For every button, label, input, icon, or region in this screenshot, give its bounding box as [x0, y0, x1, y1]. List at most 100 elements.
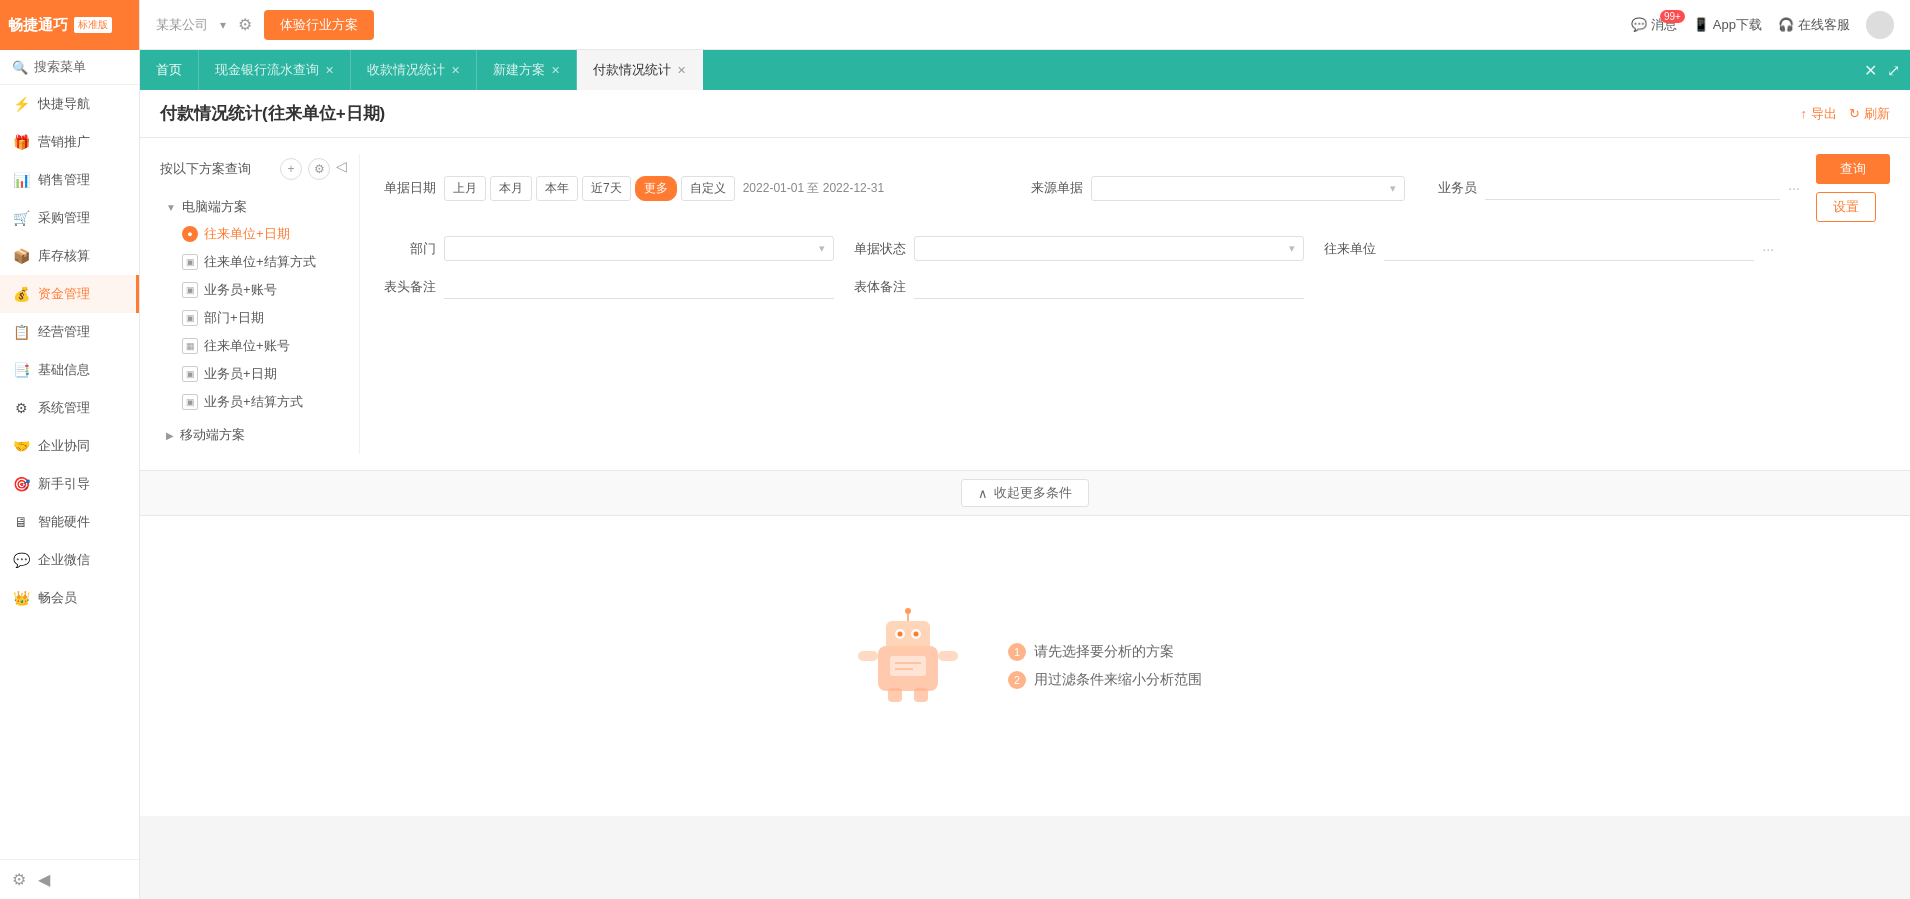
message-icon: 💬	[1631, 17, 1647, 32]
scheme-group-header-0[interactable]: ▼ 电脑端方案	[160, 194, 347, 220]
date-last-7-days[interactable]: 近7天	[582, 176, 631, 201]
online-service-button[interactable]: 🎧 在线客服	[1778, 16, 1850, 34]
scheme-item-icon-0-3: ▣	[182, 310, 198, 326]
sidebar-label-finance: 资金管理	[38, 285, 90, 303]
sidebar-item-system[interactable]: ⚙ 系统管理	[0, 389, 139, 427]
collapse-button[interactable]: ∧ 收起更多条件	[961, 479, 1089, 507]
sidebar-label-hardware: 智能硬件	[38, 513, 90, 531]
svg-rect-10	[888, 688, 902, 702]
empty-tip-2: 2 用过滤条件来缩小分析范围	[1008, 671, 1202, 689]
sidebar-item-operation[interactable]: 📋 经营管理	[0, 313, 139, 351]
table-body-note-input[interactable]	[914, 275, 1304, 299]
close-tab-icon[interactable]: ✕	[1864, 61, 1877, 80]
robot-illustration	[848, 606, 968, 706]
scheme-collapse-button[interactable]: ◁	[336, 158, 347, 180]
salesperson-input[interactable]	[1485, 176, 1780, 200]
tab-close-receipt-stats[interactable]: ✕	[451, 64, 460, 77]
source-select[interactable]: ▾	[1091, 176, 1406, 201]
sidebar-item-sales[interactable]: 📊 销售管理	[0, 161, 139, 199]
scheme-item-0-0[interactable]: ● 往来单位+日期	[176, 220, 347, 248]
collapse-up-icon: ∧	[978, 486, 988, 501]
query-button[interactable]: 查询	[1816, 154, 1890, 184]
content-area: 付款情况统计(往来单位+日期) ↑ 导出 ↻ 刷新 按以下方案查询 +	[140, 90, 1910, 899]
sidebar-icon-finance: 💰	[12, 285, 30, 303]
svg-rect-8	[858, 651, 878, 661]
filter-panel: 按以下方案查询 + ⚙ ◁ ▼ 电脑端方案● 往来单位+日期▣ 往来单位+结算方…	[140, 138, 1910, 471]
sidebar-item-purchase[interactable]: 🛒 采购管理	[0, 199, 139, 237]
tab-close-new-scheme[interactable]: ✕	[551, 64, 560, 77]
partner-more-icon[interactable]: ···	[1762, 241, 1774, 257]
tab-home[interactable]: 首页	[140, 50, 199, 90]
salesperson-more-icon[interactable]: ···	[1788, 180, 1800, 196]
date-options: 上月 本月 本年 近7天 更多 自定义 2022-01-01 至 2022-12…	[444, 176, 884, 201]
expand-tab-icon[interactable]: ⤢	[1887, 61, 1900, 80]
scheme-item-0-3[interactable]: ▣ 部门+日期	[176, 304, 347, 332]
date-this-year[interactable]: 本年	[536, 176, 578, 201]
collapse-sidebar-icon[interactable]: ◀	[38, 870, 50, 889]
app-download-button[interactable]: 📱 App下载	[1693, 16, 1762, 34]
partner-input[interactable]	[1384, 237, 1754, 261]
refresh-button[interactable]: ↻ 刷新	[1849, 105, 1890, 123]
salesperson-label: 业务员	[1421, 179, 1477, 197]
scheme-group-header-1[interactable]: ▶ 移动端方案	[160, 422, 347, 448]
user-avatar[interactable]	[1866, 11, 1894, 39]
sidebar-item-member[interactable]: 👑 畅会员	[0, 579, 139, 617]
sidebar-icon-cooperation: 🤝	[12, 437, 30, 455]
company-dropdown-icon[interactable]: ▾	[220, 18, 226, 32]
sidebar-item-wechat[interactable]: 💬 企业微信	[0, 541, 139, 579]
tip-text-2: 用过滤条件来缩小分析范围	[1034, 671, 1202, 689]
sidebar-icon-guide: 🎯	[12, 475, 30, 493]
scheme-item-label-0-6: 业务员+结算方式	[204, 393, 303, 411]
settings-button[interactable]: 设置	[1816, 192, 1876, 222]
sidebar-item-hardware[interactable]: 🖥 智能硬件	[0, 503, 139, 541]
sidebar-item-cooperation[interactable]: 🤝 企业协同	[0, 427, 139, 465]
search-menu[interactable]: 🔍 搜索菜单	[0, 50, 139, 85]
date-this-month[interactable]: 本月	[490, 176, 532, 201]
scheme-group-label-0: 电脑端方案	[182, 198, 247, 216]
date-custom-button[interactable]: 自定义	[681, 176, 735, 201]
tab-payment-stats[interactable]: 付款情况统计✕	[577, 50, 703, 90]
sidebar-icon-hardware: 🖥	[12, 513, 30, 531]
scheme-settings-button[interactable]: ⚙	[308, 158, 330, 180]
sidebar-item-quick-nav[interactable]: ⚡ 快捷导航	[0, 85, 139, 123]
scheme-item-0-4[interactable]: ▦ 往来单位+账号	[176, 332, 347, 360]
add-scheme-button[interactable]: +	[280, 158, 302, 180]
messages-button[interactable]: 💬 消息 99+	[1631, 16, 1677, 34]
tab-new-scheme[interactable]: 新建方案✕	[477, 50, 577, 90]
scheme-item-0-2[interactable]: ▣ 业务员+账号	[176, 276, 347, 304]
date-last-month[interactable]: 上月	[444, 176, 486, 201]
tab-close-payment-stats[interactable]: ✕	[677, 64, 686, 77]
dept-label: 部门	[380, 240, 436, 258]
settings-footer-icon[interactable]: ⚙	[12, 870, 26, 889]
table-head-note-input[interactable]	[444, 275, 834, 299]
settings-gear-icon[interactable]: ⚙	[238, 15, 252, 34]
scheme-group-arrow-1: ▶	[166, 430, 174, 441]
scheme-item-0-1[interactable]: ▣ 往来单位+结算方式	[176, 248, 347, 276]
doc-status-select[interactable]: ▾	[914, 236, 1304, 261]
scheme-item-0-5[interactable]: ▣ 业务员+日期	[176, 360, 347, 388]
sidebar-icon-system: ⚙	[12, 399, 30, 417]
tab-label-home: 首页	[156, 61, 182, 79]
sidebar-icon-wechat: 💬	[12, 551, 30, 569]
sidebar-item-finance[interactable]: 💰 资金管理	[0, 275, 139, 313]
tab-receipt-stats[interactable]: 收款情况统计✕	[351, 50, 477, 90]
sidebar-item-basic[interactable]: 📑 基础信息	[0, 351, 139, 389]
empty-tips: 1 请先选择要分析的方案 2 用过滤条件来缩小分析范围	[1008, 643, 1202, 689]
scheme-item-icon-0-1: ▣	[182, 254, 198, 270]
export-button[interactable]: ↑ 导出	[1801, 105, 1838, 123]
scheme-item-label-0-3: 部门+日期	[204, 309, 264, 327]
trial-button[interactable]: 体验行业方案	[264, 10, 374, 40]
export-icon: ↑	[1801, 106, 1808, 121]
tab-close-bank[interactable]: ✕	[325, 64, 334, 77]
scheme-item-0-6[interactable]: ▣ 业务员+结算方式	[176, 388, 347, 416]
sidebar-label-inventory: 库存核算	[38, 247, 90, 265]
tab-bank[interactable]: 现金银行流水查询✕	[199, 50, 351, 90]
sidebar-item-guide[interactable]: 🎯 新手引导	[0, 465, 139, 503]
sidebar-item-marketing[interactable]: 🎁 营销推广	[0, 123, 139, 161]
scheme-group-arrow-0: ▼	[166, 202, 176, 213]
sidebar-item-inventory[interactable]: 📦 库存核算	[0, 237, 139, 275]
sidebar-label-wechat: 企业微信	[38, 551, 90, 569]
date-more-button[interactable]: 更多	[635, 176, 677, 201]
table-head-note-label: 表头备注	[380, 278, 436, 296]
dept-select[interactable]: ▾	[444, 236, 834, 261]
